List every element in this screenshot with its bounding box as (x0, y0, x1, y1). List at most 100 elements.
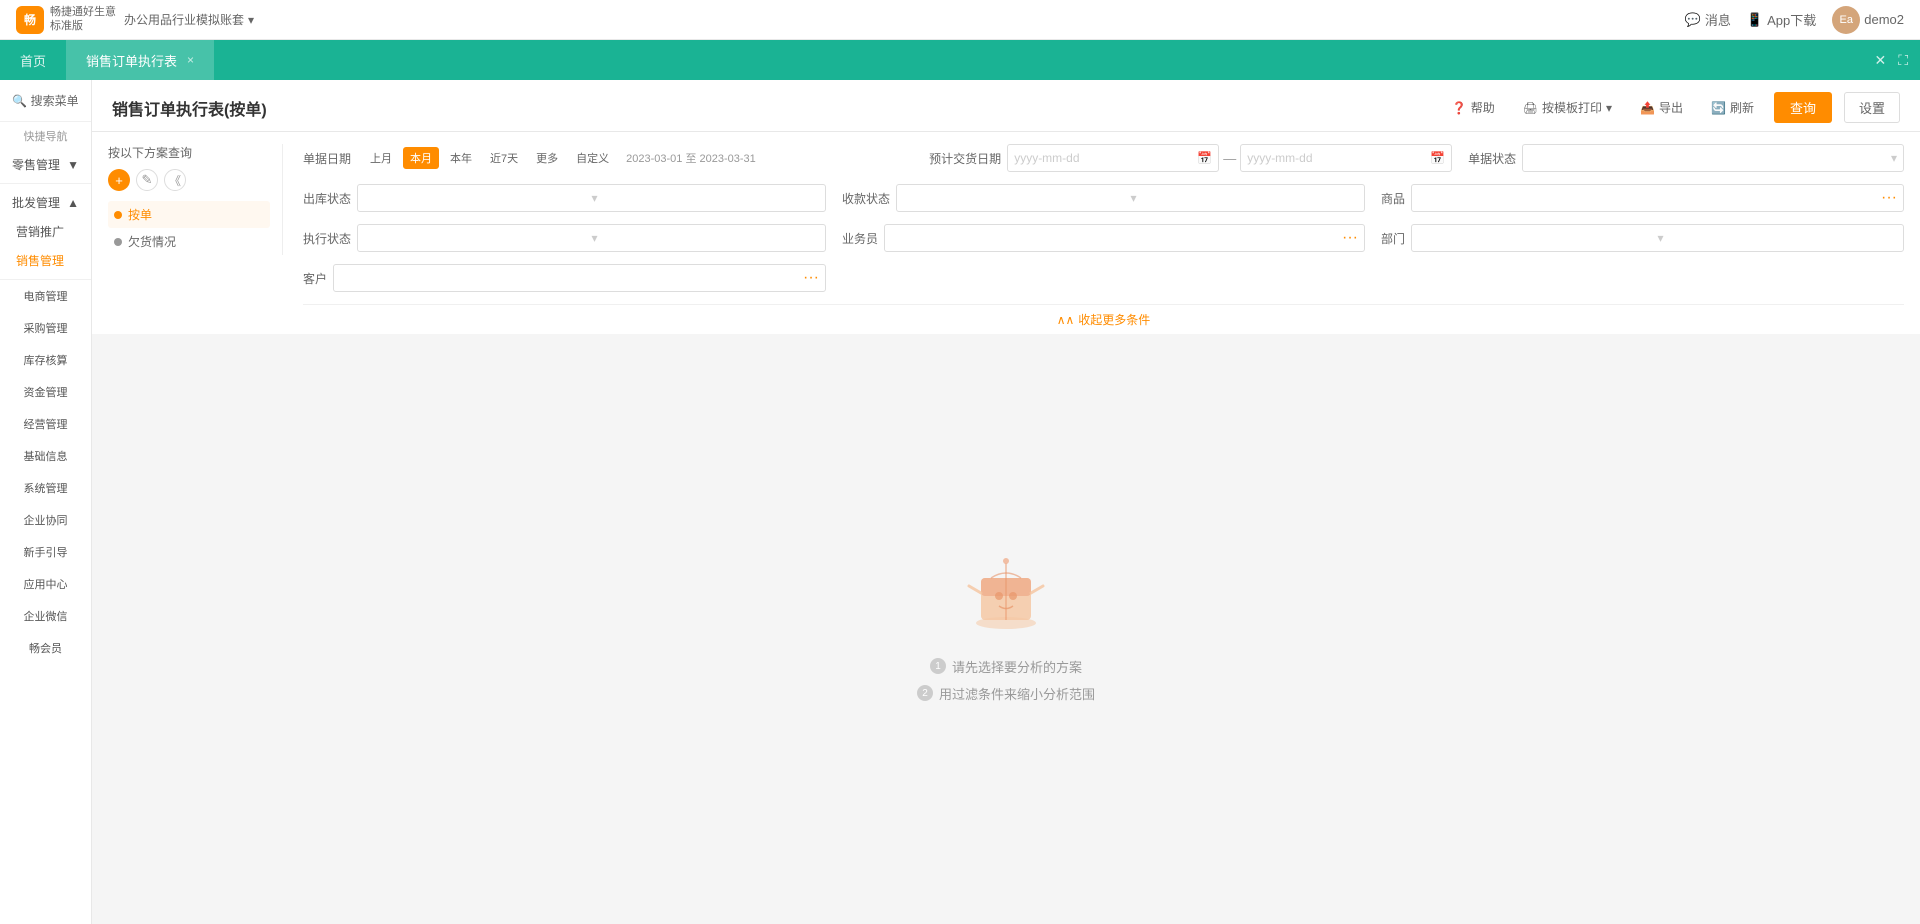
tab-close-icon[interactable]: × (187, 53, 194, 67)
breadcrumb-arrow: ▾ (248, 13, 254, 27)
filter-row-3: 执行状态 ▾ 业务员 ··· (303, 224, 1904, 252)
top-header-left: 畅 畅捷通好生意 标准版 办公用品行业模拟账套 ▾ (16, 6, 254, 34)
sidebar-item-enterprise[interactable]: 企业协同 (0, 504, 91, 536)
filter-add-btn[interactable]: + (108, 169, 130, 191)
sidebar-finance-label: 资金管理 (24, 384, 68, 400)
customer-input-field[interactable] (340, 271, 803, 285)
field-group-date: 单据日期 上月 本月 本年 近7天 更多 自定义 20 (303, 147, 913, 169)
query-btn[interactable]: 查询 (1774, 92, 1832, 123)
sidebar-item-newuser[interactable]: 新手引导 (0, 536, 91, 568)
execution-label: 执行状态 (303, 230, 351, 247)
date-btn-lastmonth[interactable]: 上月 (363, 147, 399, 169)
execution-select[interactable]: ▾ (357, 224, 826, 252)
sidebar-item-purchase[interactable]: 采购管理 (0, 312, 91, 344)
app-download-btn[interactable]: 📱 App下载 (1747, 10, 1816, 29)
filter-row-1: 单据日期 上月 本月 本年 近7天 更多 自定义 20 (303, 144, 1904, 172)
tab-home[interactable]: 首页 (0, 40, 66, 80)
collapse-btn[interactable]: ∧∧ 收起更多条件 (1057, 311, 1151, 328)
sidebar-item-inventory[interactable]: 库存核算 (0, 344, 91, 376)
goods-ellipsis[interactable]: ··· (1881, 189, 1897, 207)
sidebar-item-basic-info[interactable]: 基础信息 (0, 440, 91, 472)
sidebar-ecommerce-label: 电商管理 (24, 288, 68, 304)
print-arrow: ▾ (1606, 101, 1612, 115)
breadcrumb-area[interactable]: 办公用品行业模拟账套 ▾ (124, 11, 254, 28)
page-title: 销售订单执行表(按单) (112, 96, 267, 120)
expected-date-start-input[interactable] (1014, 151, 1197, 165)
expected-date-end-input[interactable] (1247, 151, 1430, 165)
customer-ellipsis[interactable]: ··· (803, 269, 819, 287)
salesperson-input[interactable]: ··· (884, 224, 1365, 252)
sidebar-item-marketing[interactable]: 营销推广 (0, 217, 91, 246)
shipment-label: 出库状态 (303, 190, 351, 207)
sidebar-item-retail[interactable]: 零售管理 ▼ (0, 150, 91, 179)
salesperson-input-field[interactable] (891, 231, 1342, 245)
filter-item-shortage[interactable]: 欠货情况 (108, 228, 270, 255)
app-download-label: App下载 (1767, 10, 1816, 29)
filter-collapse-left-btn[interactable]: 《 (164, 169, 186, 191)
salesperson-ellipsis[interactable]: ··· (1342, 229, 1358, 247)
sidebar-search-label: 搜索菜单 (31, 94, 79, 108)
field-group-department: 部门 ▾ (1381, 224, 1904, 252)
print-icon: 🖨 (1523, 101, 1538, 115)
customer-input[interactable]: ··· (333, 264, 826, 292)
date-btn-thismonth[interactable]: 本月 (403, 147, 439, 169)
sidebar-wechat-label: 企业微信 (24, 608, 68, 624)
settings-label: 设置 (1859, 101, 1885, 116)
expected-date-end[interactable]: 📅 (1240, 144, 1452, 172)
sidebar-item-wholesale[interactable]: 批发管理 ▲ (0, 188, 91, 217)
sidebar-newuser-label: 新手引导 (24, 544, 68, 560)
tab-sales-order[interactable]: 销售订单执行表 × (66, 40, 214, 80)
goods-input[interactable]: ··· (1411, 184, 1904, 212)
execution-arrow: ▾ (592, 231, 820, 245)
shipment-select[interactable]: ▾ (357, 184, 826, 212)
filter-item-shortage-dot (114, 238, 122, 246)
filter-item-orders[interactable]: 按单 (108, 201, 270, 228)
sidebar-search[interactable]: 🔍 搜索菜单 (6, 88, 85, 113)
collapse-chevron: ∧∧ (1057, 313, 1075, 327)
sidebar-item-system[interactable]: 系统管理 (0, 472, 91, 504)
print-btn[interactable]: 🖨 按模板打印 ▾ (1515, 95, 1620, 120)
sidebar-item-business[interactable]: 经营管理 (0, 408, 91, 440)
sidebar-item-appcenter[interactable]: 应用中心 (0, 568, 91, 600)
help-icon: ❓ (1452, 101, 1467, 115)
date-btn-more[interactable]: 更多 (529, 147, 565, 169)
sidebar-item-finance[interactable]: 资金管理 (0, 376, 91, 408)
expected-date-start[interactable]: 📅 (1007, 144, 1219, 172)
date-btn-7days[interactable]: 近7天 (483, 147, 525, 169)
sidebar-inventory-label: 库存核算 (24, 352, 68, 368)
collapse-label: 收起更多条件 (1078, 311, 1150, 328)
refresh-label: 刷新 (1730, 99, 1754, 116)
refresh-btn[interactable]: 🔄 刷新 (1703, 95, 1762, 120)
sidebar-item-wechat[interactable]: 企业微信 (0, 600, 91, 632)
export-btn[interactable]: 📤 导出 (1632, 95, 1691, 120)
message-btn[interactable]: 💬 消息 (1685, 10, 1731, 29)
filter-left-panel: 按以下方案查询 + ✎ 《 (108, 144, 283, 255)
field-group-order-status: 单据状态 ▾ (1468, 144, 1904, 172)
user-area[interactable]: Ea demo2 (1832, 6, 1904, 34)
filter-edit-btn[interactable]: ✎ (136, 169, 158, 191)
payment-select[interactable]: ▾ (896, 184, 1365, 212)
nav-expand-icon[interactable]: ⛶ (1894, 48, 1912, 73)
field-group-shipment: 出库状态 ▾ (303, 184, 826, 212)
help-label: 帮助 (1471, 99, 1495, 116)
help-btn[interactable]: ❓ 帮助 (1444, 95, 1503, 120)
empty-illustration (961, 548, 1051, 641)
logo-abbr: 畅 (24, 11, 36, 28)
sidebar-item-sales[interactable]: 销售管理 (0, 246, 91, 275)
sidebar-wholesale-label: 批发管理 (12, 194, 60, 211)
sidebar-item-member[interactable]: 畅会员 (0, 632, 91, 664)
department-select[interactable]: ▾ (1411, 224, 1904, 252)
order-status-select[interactable]: ▾ (1522, 144, 1904, 172)
sidebar-item-ecommerce[interactable]: 电商管理 (0, 280, 91, 312)
date-btn-custom[interactable]: 自定义 (569, 147, 616, 169)
goods-input-field[interactable] (1418, 191, 1881, 205)
filter-item-orders-dot (114, 211, 122, 219)
logo-text: 畅捷通好生意 标准版 (50, 6, 116, 32)
date-quick-btns: 上月 本月 本年 近7天 更多 自定义 (363, 147, 616, 169)
message-label: 消息 (1705, 10, 1731, 29)
settings-btn[interactable]: 设置 (1844, 92, 1900, 123)
page-header: 销售订单执行表(按单) ❓ 帮助 🖨 按模板打印 ▾ 📤 导出 (92, 80, 1920, 132)
query-label: 查询 (1790, 101, 1816, 116)
nav-close-icon[interactable]: ✕ (1870, 48, 1890, 73)
date-btn-thisyear[interactable]: 本年 (443, 147, 479, 169)
